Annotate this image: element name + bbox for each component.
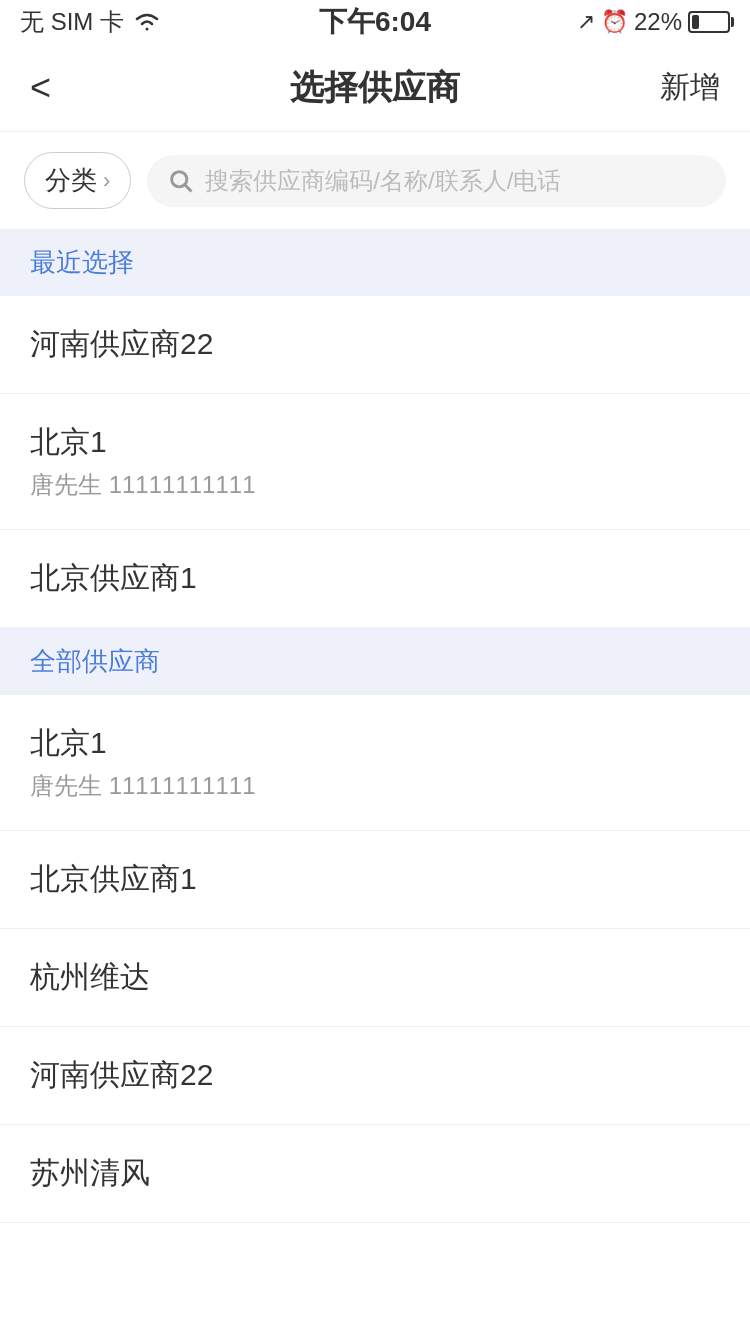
- all-list-item[interactable]: 北京供应商1: [0, 831, 750, 929]
- category-button[interactable]: 分类 ›: [24, 152, 131, 209]
- chevron-right-icon: ›: [103, 168, 110, 194]
- wifi-icon: [132, 11, 162, 33]
- all-section-label: 全部供应商: [30, 646, 160, 676]
- alarm-icon: ⏰: [601, 9, 628, 35]
- recent-section-header: 最近选择: [0, 229, 750, 296]
- item-sub: 唐先生 11111111111: [30, 469, 720, 501]
- nav-bar: < 选择供应商 新增: [0, 44, 750, 132]
- item-name: 杭州维达: [30, 957, 720, 998]
- search-icon: [167, 167, 195, 195]
- all-items-list: 北京1 唐先生 11111111111 北京供应商1 杭州维达河南供应商22 苏州清风: [0, 695, 750, 1223]
- item-name: 北京供应商1: [30, 859, 720, 900]
- item-name: 北京1: [30, 422, 720, 463]
- category-label: 分类: [45, 163, 97, 198]
- status-left: 无 SIM 卡: [20, 6, 162, 38]
- search-input-wrap[interactable]: 搜索供应商编码/名称/联系人/电话: [147, 155, 726, 207]
- all-list-item[interactable]: 苏州清风: [0, 1125, 750, 1223]
- status-right: ↗ ⏰ 22%: [577, 8, 730, 36]
- item-sub: 唐先生 11111111111: [30, 770, 720, 802]
- location-icon: ↗: [577, 9, 595, 35]
- all-list-item[interactable]: 北京1 唐先生 11111111111: [0, 695, 750, 831]
- item-name: 河南供应商22: [30, 324, 720, 365]
- all-list-item[interactable]: 河南供应商22: [0, 1027, 750, 1125]
- all-section-header: 全部供应商: [0, 628, 750, 695]
- carrier-text: 无 SIM 卡: [20, 6, 124, 38]
- recent-section-label: 最近选择: [30, 247, 134, 277]
- svg-point-0: [172, 171, 187, 186]
- search-placeholder: 搜索供应商编码/名称/联系人/电话: [205, 165, 561, 197]
- svg-line-1: [185, 185, 191, 191]
- search-bar: 分类 › 搜索供应商编码/名称/联系人/电话: [0, 132, 750, 229]
- add-button[interactable]: 新增: [660, 67, 720, 108]
- battery-icon: [688, 11, 730, 33]
- page-title: 选择供应商: [290, 65, 460, 111]
- recent-items-list: 河南供应商22 北京1 唐先生 11111111111 北京供应商1: [0, 296, 750, 628]
- item-name: 北京1: [30, 723, 720, 764]
- battery-percent: 22%: [634, 8, 682, 36]
- item-name: 河南供应商22: [30, 1055, 720, 1096]
- item-name: 苏州清风: [30, 1153, 720, 1194]
- item-name: 北京供应商1: [30, 558, 720, 599]
- all-list-item[interactable]: 杭州维达: [0, 929, 750, 1027]
- status-bar: 无 SIM 卡 下午6:04 ↗ ⏰ 22%: [0, 0, 750, 44]
- status-time: 下午6:04: [319, 3, 431, 41]
- recent-list-item[interactable]: 河南供应商22: [0, 296, 750, 394]
- recent-list-item[interactable]: 北京1 唐先生 11111111111: [0, 394, 750, 530]
- recent-list-item[interactable]: 北京供应商1: [0, 530, 750, 628]
- back-button[interactable]: <: [30, 67, 90, 109]
